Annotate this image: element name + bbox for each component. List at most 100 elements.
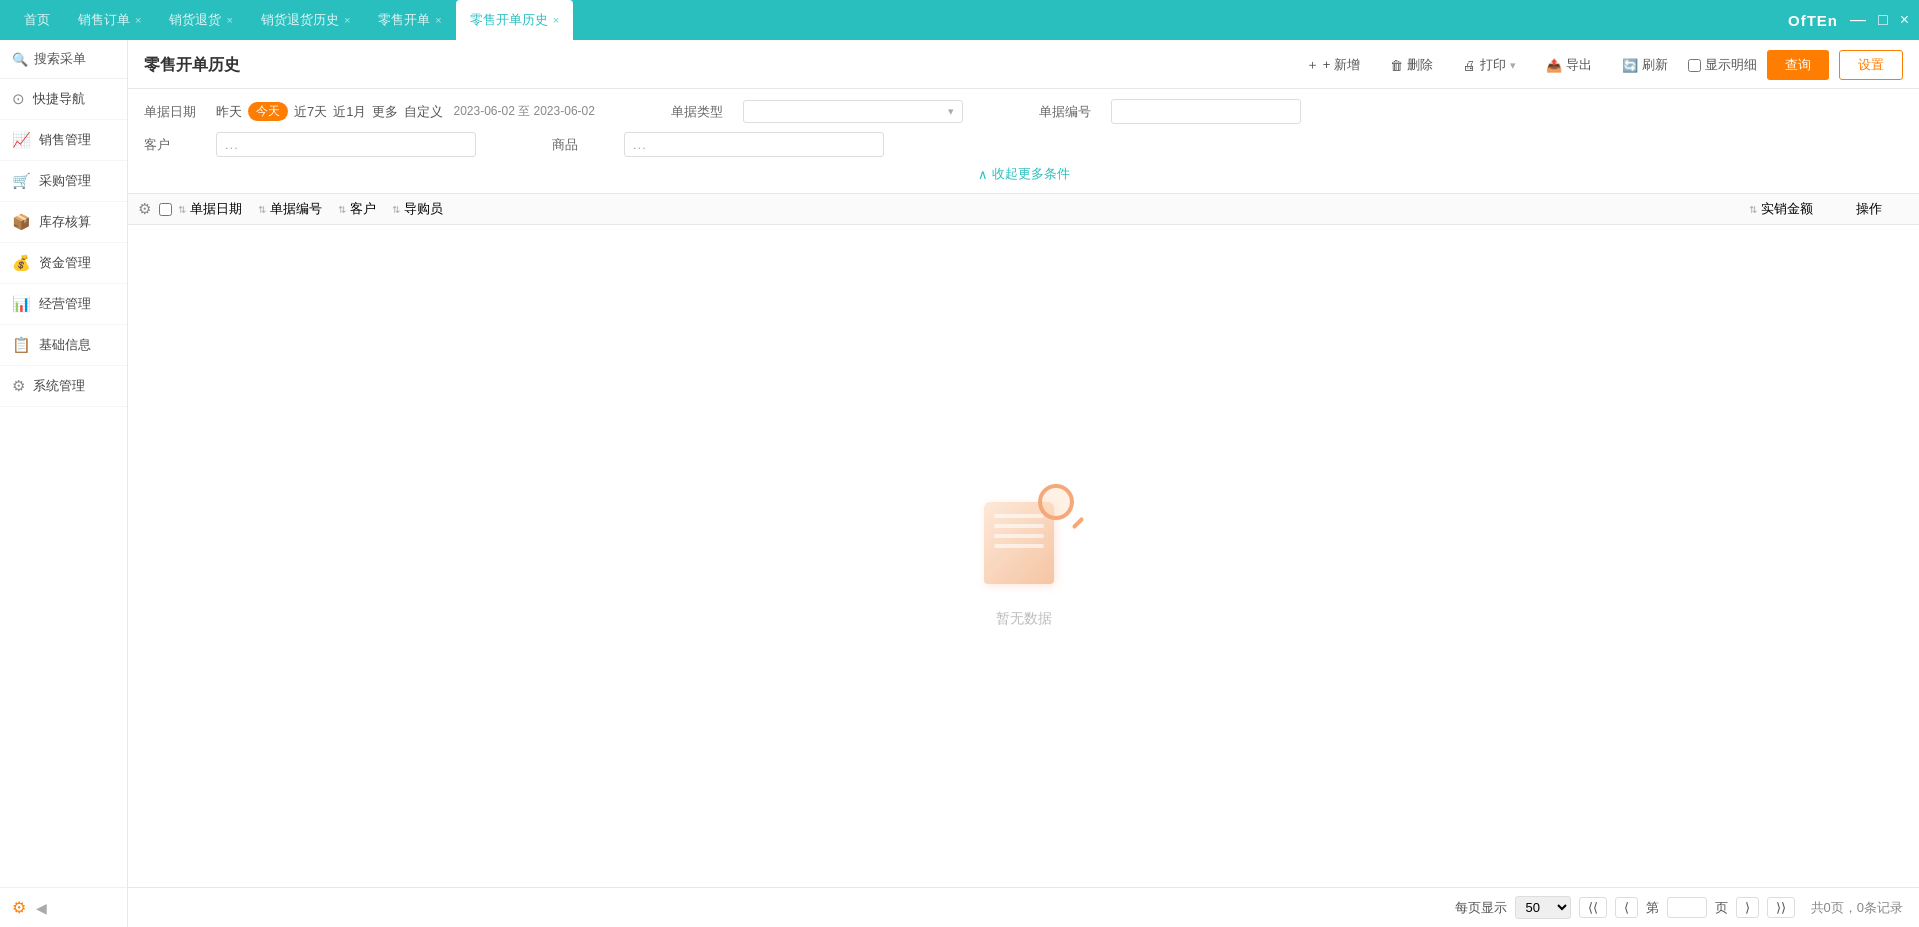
client-label: 客户 xyxy=(144,136,200,154)
next-page-button[interactable]: ⟩ xyxy=(1736,897,1759,918)
tab-retail-order-history[interactable]: 零售开单历史 × xyxy=(456,0,573,40)
refresh-icon: 🔄 xyxy=(1622,58,1638,73)
doc-type-label: 单据类型 xyxy=(671,103,727,121)
quick-nav-icon: ⊙ xyxy=(12,90,25,108)
tab-home[interactable]: 首页 xyxy=(10,0,64,40)
date-opt-today[interactable]: 今天 xyxy=(248,102,288,121)
page-label-second: 页 xyxy=(1715,899,1728,917)
page-label-first: 第 xyxy=(1646,899,1659,917)
chevron-down-icon: ▾ xyxy=(1510,59,1516,72)
close-icon[interactable]: × xyxy=(226,14,232,26)
empty-text: 暂无数据 xyxy=(996,610,1052,628)
settings-icon[interactable]: ⚙ xyxy=(12,898,26,917)
export-button[interactable]: 📤 导出 xyxy=(1536,52,1602,78)
sort-amount-col[interactable]: ⇅ 实销金额 xyxy=(1749,200,1813,218)
date-label: 单据日期 xyxy=(144,103,200,121)
close-icon[interactable]: × xyxy=(435,14,441,26)
date-opt-custom[interactable]: 自定义 xyxy=(404,103,443,121)
main-layout: 🔍 搜索采单 ⊙ 快捷导航 📈 销售管理 🛒 采购管理 📦 库存核算 💰 资金管… xyxy=(0,40,1919,927)
page-header: 零售开单历史 ＋ + 新增 🗑 删除 🖨 打印 ▾ 📤 导出 xyxy=(128,40,1919,89)
sidebar-item-operations[interactable]: 📊 经营管理 xyxy=(0,284,127,325)
sidebar-item-finance[interactable]: 💰 资金管理 xyxy=(0,243,127,284)
top-bar-right: OfTEn — □ × xyxy=(1788,11,1909,29)
sort-date-col[interactable]: ⇅ 单据日期 xyxy=(178,200,242,218)
close-icon[interactable]: × xyxy=(135,14,141,26)
filter-row-1: 单据日期 昨天 今天 近7天 近1月 更多 自定义 2023-06-02 至 2… xyxy=(144,99,1903,124)
delete-button[interactable]: 🗑 删除 xyxy=(1380,52,1443,78)
collapse-up-icon: ∧ xyxy=(978,167,988,182)
action-col-header: 操作 xyxy=(1829,200,1909,218)
goods-dots: ... xyxy=(633,137,647,152)
date-options: 昨天 今天 近7天 近1月 更多 自定义 2023-06-02 至 2023-0… xyxy=(216,102,595,121)
chevron-down-icon: ▾ xyxy=(948,105,954,118)
tab-sales-order[interactable]: 销售订单 × xyxy=(64,0,155,40)
minimize-icon[interactable]: — xyxy=(1850,11,1866,29)
date-opt-7days[interactable]: 近7天 xyxy=(294,103,327,121)
export-icon: 📤 xyxy=(1546,58,1562,73)
client-select[interactable]: ... xyxy=(216,132,476,157)
goods-select[interactable]: ... xyxy=(624,132,884,157)
doc-type-select[interactable]: ▾ xyxy=(743,100,963,123)
inventory-icon: 📦 xyxy=(12,213,31,231)
tab-sales-return-history[interactable]: 销货退货历史 × xyxy=(247,0,364,40)
sidebar-item-basic-info[interactable]: 📋 基础信息 xyxy=(0,325,127,366)
add-button[interactable]: ＋ + 新增 xyxy=(1296,52,1370,78)
per-page-select[interactable]: 50 100 200 xyxy=(1515,896,1571,919)
doc-no-input[interactable] xyxy=(1111,99,1301,124)
table-toolbar: ⚙ ⇅ 单据日期 ⇅ 单据编号 ⇅ 客户 ⇅ 导购员 xyxy=(128,194,1919,225)
date-opt-yesterday[interactable]: 昨天 xyxy=(216,103,242,121)
prev-page-button[interactable]: ⟨ xyxy=(1615,897,1638,918)
sidebar-item-inventory[interactable]: 📦 库存核算 xyxy=(0,202,127,243)
print-button[interactable]: 🖨 打印 ▾ xyxy=(1453,52,1526,78)
tab-retail-order[interactable]: 零售开单 × xyxy=(364,0,455,40)
header-actions: ＋ + 新增 🗑 删除 🖨 打印 ▾ 📤 导出 🔄 xyxy=(1296,50,1903,80)
maximize-icon[interactable]: □ xyxy=(1878,11,1888,29)
table-wrapper: ⚙ ⇅ 单据日期 ⇅ 单据编号 ⇅ 客户 ⇅ 导购员 xyxy=(128,194,1919,887)
collapse-label: 收起更多条件 xyxy=(992,165,1070,183)
date-opt-1month[interactable]: 近1月 xyxy=(333,103,366,121)
sidebar-item-sales[interactable]: 📈 销售管理 xyxy=(0,120,127,161)
plus-icon: ＋ xyxy=(1306,56,1319,74)
filter-area: 单据日期 昨天 今天 近7天 近1月 更多 自定义 2023-06-02 至 2… xyxy=(128,89,1919,194)
print-icon: 🖨 xyxy=(1463,58,1476,73)
page-title: 零售开单历史 xyxy=(144,55,240,76)
finance-icon: 💰 xyxy=(12,254,31,272)
top-bar: 首页 销售订单 × 销货退货 × 销货退货历史 × 零售开单 × 零售开单历史 … xyxy=(0,0,1919,40)
operations-icon: 📊 xyxy=(12,295,31,313)
filter-row-2: 客户 ... 商品 ... xyxy=(144,132,1903,157)
sort-client-col[interactable]: ⇅ 客户 xyxy=(338,200,376,218)
search-icon: 🔍 xyxy=(12,52,28,67)
setting-button[interactable]: 设置 xyxy=(1839,50,1903,80)
tab-sales-return[interactable]: 销货退货 × xyxy=(155,0,246,40)
sidebar-item-system[interactable]: ⚙ 系统管理 xyxy=(0,366,127,407)
sidebar-bottom: ⚙ ◀ xyxy=(0,887,127,927)
first-page-button[interactable]: ⟨⟨ xyxy=(1579,897,1607,918)
select-all-checkbox[interactable] xyxy=(159,203,172,216)
sales-icon: 📈 xyxy=(12,131,31,149)
date-opt-more[interactable]: 更多 xyxy=(372,103,398,121)
close-window-icon[interactable]: × xyxy=(1900,11,1909,29)
page-number-input[interactable]: 1 xyxy=(1667,897,1707,918)
sidebar-search[interactable]: 🔍 搜索采单 xyxy=(0,40,127,79)
delete-icon: 🗑 xyxy=(1390,58,1403,73)
close-icon[interactable]: × xyxy=(344,14,350,26)
refresh-button[interactable]: 🔄 刷新 xyxy=(1612,52,1678,78)
pagination: 每页显示 50 100 200 ⟨⟨ ⟨ 第 1 页 ⟩ ⟩⟩ 共0页，0条记录 xyxy=(128,887,1919,927)
collapse-bar[interactable]: ∧ 收起更多条件 xyxy=(144,165,1903,183)
sort-no-col[interactable]: ⇅ 单据编号 xyxy=(258,200,322,218)
display-detail-checkbox[interactable]: 显示明细 xyxy=(1688,56,1757,74)
query-button[interactable]: 查询 xyxy=(1767,50,1829,80)
doc-no-label: 单据编号 xyxy=(1039,103,1095,121)
collapse-sidebar-icon[interactable]: ◀ xyxy=(36,900,47,916)
close-icon[interactable]: × xyxy=(553,14,559,26)
system-icon: ⚙ xyxy=(12,377,25,395)
content-area: 零售开单历史 ＋ + 新增 🗑 删除 🖨 打印 ▾ 📤 导出 xyxy=(128,40,1919,927)
goods-label: 商品 xyxy=(552,136,608,154)
sort-guide-col[interactable]: ⇅ 导购员 xyxy=(392,200,443,218)
client-dots: ... xyxy=(225,137,239,152)
empty-state: 暂无数据 xyxy=(128,225,1919,887)
sidebar-item-quick-nav[interactable]: ⊙ 快捷导航 xyxy=(0,79,127,120)
sidebar-item-purchase[interactable]: 🛒 采购管理 xyxy=(0,161,127,202)
last-page-button[interactable]: ⟩⟩ xyxy=(1767,897,1795,918)
table-settings-button[interactable]: ⚙ xyxy=(138,200,151,218)
